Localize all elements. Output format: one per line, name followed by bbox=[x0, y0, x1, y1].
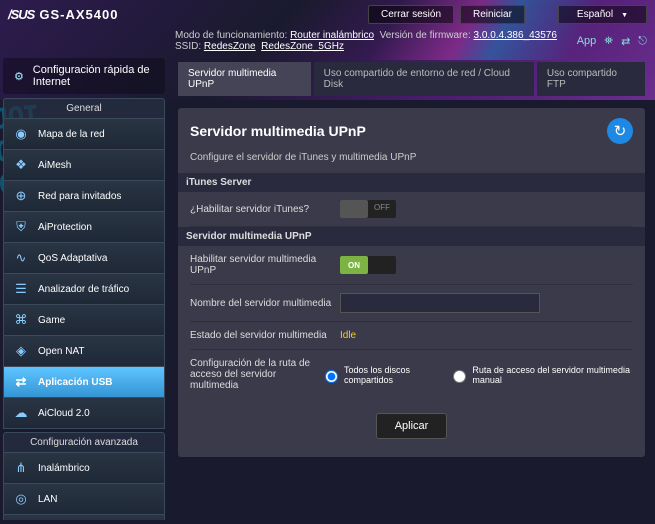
gear-icon: ⚙ bbox=[11, 66, 27, 86]
nav-label: Inalámbrico bbox=[38, 463, 90, 474]
server-status-value: Idle bbox=[340, 330, 633, 341]
antenna-icon: ⋔ bbox=[12, 459, 30, 477]
language-selector[interactable]: Español bbox=[558, 5, 647, 24]
nav-wireless[interactable]: ⋔ Inalámbrico bbox=[3, 453, 165, 484]
nav-game[interactable]: ⌘ Game bbox=[3, 305, 165, 336]
section-general: General bbox=[3, 98, 165, 119]
mesh-icon: ❖ bbox=[12, 156, 30, 174]
radio-manual-path[interactable]: Ruta de acceso del servidor multimedia m… bbox=[448, 365, 633, 385]
shield-icon: ⛨ bbox=[12, 218, 30, 236]
label-server-status: Estado del servidor multimedia bbox=[190, 330, 340, 341]
mode-link[interactable]: Router inalámbrico bbox=[290, 30, 374, 41]
nav-aiprotection[interactable]: ⛨ AiProtection bbox=[3, 212, 165, 243]
model-name: GS-AX5400 bbox=[39, 7, 118, 22]
section-advanced: Configuración avanzada bbox=[3, 432, 165, 453]
fw-link[interactable]: 3.0.0.4.386_43576 bbox=[474, 30, 557, 41]
nav-lan[interactable]: ◎ LAN bbox=[3, 484, 165, 515]
link-icon[interactable]: ⎋ bbox=[638, 35, 647, 48]
usb-status-icon[interactable]: ⇄ bbox=[621, 35, 630, 48]
nav-wan[interactable]: ◉WAN bbox=[3, 515, 165, 520]
nav-label: Open NAT bbox=[38, 346, 85, 357]
toggle-itunes[interactable]: OFF bbox=[340, 200, 396, 218]
fw-label: Versión de firmware: bbox=[380, 30, 471, 41]
panel-subtitle: Configure el servidor de iTunes y multim… bbox=[190, 152, 633, 163]
tab-upnp[interactable]: Servidor multimedia UPnP bbox=[178, 62, 311, 96]
toggle-on-label: ON bbox=[340, 256, 368, 274]
lan-icon: ◎ bbox=[12, 490, 30, 508]
group-upnp: Servidor multimedia UPnP bbox=[178, 227, 645, 246]
cloud-icon: ☁ bbox=[12, 404, 30, 422]
ssid-label: SSID: bbox=[175, 41, 201, 52]
brand-logo: /SUS bbox=[8, 7, 34, 22]
nat-icon: ◈ bbox=[12, 342, 30, 360]
nav-label: Aplicación USB bbox=[38, 377, 112, 388]
nav-label: Red para invitados bbox=[38, 191, 121, 202]
panel-title: Servidor multimedia UPnP bbox=[190, 123, 366, 139]
bars-icon: ☰ bbox=[12, 280, 30, 298]
nav-opennat[interactable]: ◈ Open NAT bbox=[3, 336, 165, 367]
server-name-input[interactable] bbox=[340, 293, 540, 313]
label-enable-upnp: Habilitar servidor multimedia UPnP bbox=[190, 254, 340, 276]
refresh-button[interactable]: ↻ bbox=[607, 118, 633, 144]
apply-button[interactable]: Aplicar bbox=[376, 413, 448, 439]
ssid1-link[interactable]: RedesZone bbox=[204, 41, 256, 52]
nav-label: AiMesh bbox=[38, 160, 71, 171]
users-icon[interactable]: ⛯ bbox=[604, 35, 613, 48]
radio-all-disks[interactable]: Todos los discos compartidos bbox=[320, 365, 442, 385]
logout-button[interactable]: Cerrar sesión bbox=[368, 5, 454, 24]
gamepad-icon: ⌘ bbox=[12, 311, 30, 329]
nav-usb-app[interactable]: ⇄ Aplicación USB bbox=[3, 367, 165, 398]
wave-icon: ∿ bbox=[12, 249, 30, 267]
nav-traffic[interactable]: ☰ Analizador de tráfico bbox=[3, 274, 165, 305]
nav-guest[interactable]: ⊕ Red para invitados bbox=[3, 181, 165, 212]
label-server-name: Nombre del servidor multimedia bbox=[190, 298, 340, 309]
nav-aimesh[interactable]: ❖ AiMesh bbox=[3, 150, 165, 181]
radio-all-label: Todos los discos compartidos bbox=[344, 365, 442, 385]
nav-label: AiCloud 2.0 bbox=[38, 408, 90, 419]
globe-icon: ◉ bbox=[12, 125, 30, 143]
nav-label: LAN bbox=[38, 494, 57, 505]
reboot-button[interactable]: Reiniciar bbox=[460, 5, 525, 24]
app-label[interactable]: App bbox=[577, 35, 597, 47]
group-itunes: iTunes Server bbox=[178, 173, 645, 192]
label-path-config: Configuración de la ruta de acceso del s… bbox=[190, 358, 320, 391]
guest-icon: ⊕ bbox=[12, 187, 30, 205]
toggle-off-label: OFF bbox=[374, 203, 390, 212]
label-enable-itunes: ¿Habilitar servidor iTunes? bbox=[190, 204, 340, 215]
nav-label: Game bbox=[38, 315, 65, 326]
nav-label: QoS Adaptativa bbox=[38, 253, 108, 264]
mode-label: Modo de funcionamiento: bbox=[175, 30, 287, 41]
nav-label: Analizador de tráfico bbox=[38, 284, 129, 295]
nav-label: AiProtection bbox=[38, 222, 92, 233]
nav-qos[interactable]: ∿ QoS Adaptativa bbox=[3, 243, 165, 274]
ssid2-link[interactable]: RedesZone_5GHz bbox=[261, 41, 344, 52]
quick-setup-button[interactable]: ⚙ Configuración rápida de Internet bbox=[3, 58, 165, 94]
toggle-upnp[interactable]: ON bbox=[340, 256, 396, 274]
nav-aicloud[interactable]: ☁ AiCloud 2.0 bbox=[3, 398, 165, 429]
usb-icon: ⇄ bbox=[12, 373, 30, 391]
tab-ftp[interactable]: Uso compartido FTP bbox=[537, 62, 645, 96]
radio-manual-label: Ruta de acceso del servidor multimedia m… bbox=[472, 365, 633, 385]
nav-network-map[interactable]: ◉ Mapa de la red bbox=[3, 119, 165, 150]
nav-label: Mapa de la red bbox=[38, 129, 105, 140]
tab-network-share[interactable]: Uso compartido de entorno de red / Cloud… bbox=[314, 62, 534, 96]
quick-setup-label: Configuración rápida de Internet bbox=[33, 64, 157, 88]
